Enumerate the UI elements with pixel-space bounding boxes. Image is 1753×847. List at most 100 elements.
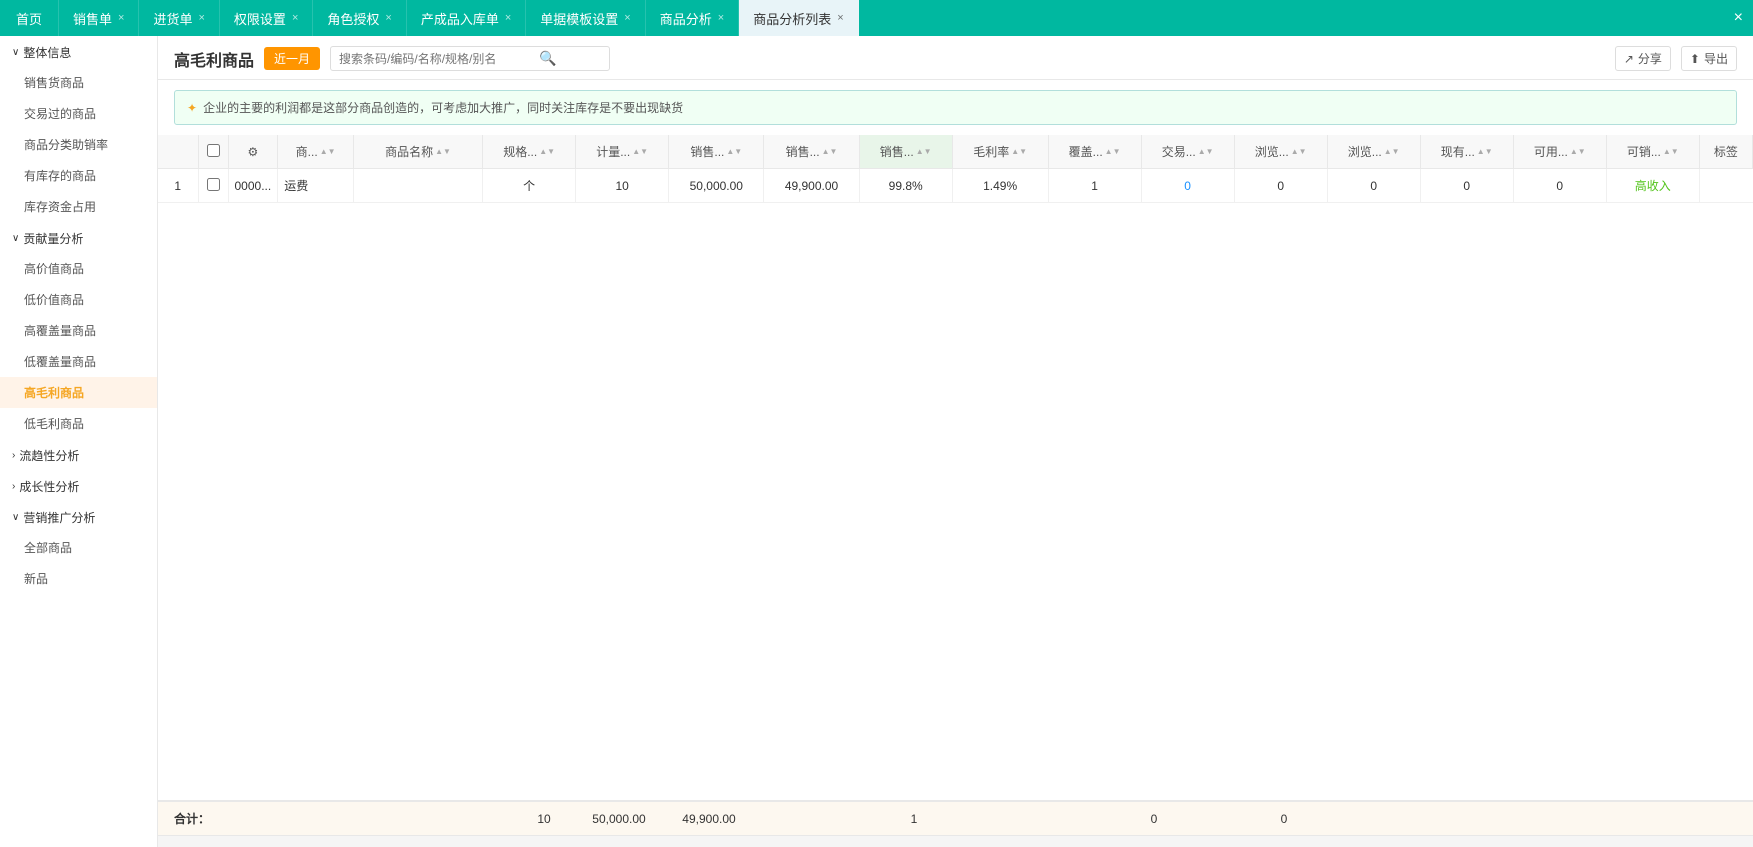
col-unit[interactable]: 计量... ▲▼ <box>576 135 669 169</box>
close-tab-0-icon[interactable]: × <box>118 12 124 24</box>
sidebar-item-traded-goods[interactable]: 交易过的商品 <box>0 98 157 129</box>
sidebar-item-high-margin[interactable]: 高毛利商品 <box>0 377 157 408</box>
search-box: 🔍 <box>330 46 610 71</box>
col-sale-qty[interactable]: 销售... ▲▼ <box>669 135 764 169</box>
page-title: 高毛利商品 <box>174 47 254 71</box>
sidebar-item-sale-goods[interactable]: 销售货商品 <box>0 67 157 98</box>
info-banner: ✦ 企业的主要的利润都是这部分商品创造的，可考虑加大推广，同时关注库存是不要出现… <box>174 90 1737 125</box>
sidebar: 《 ∨ 整体信息 销售货商品 交易过的商品 商品分类助销率 有库存的商品 库存资… <box>0 36 158 847</box>
col-name[interactable]: 商品名称 ▲▼ <box>354 135 483 169</box>
sort-browse2-icon: ▲▼ <box>1384 148 1400 156</box>
cell-trade-count: 1 <box>1048 169 1141 203</box>
sidebar-group-overall: ∨ 整体信息 销售货商品 交易过的商品 商品分类助销率 有库存的商品 库存资金占… <box>0 36 157 222</box>
arrow-marketing-icon: ∨ <box>12 512 19 523</box>
export-button[interactable]: ⬆ 导出 <box>1681 46 1737 71</box>
sidebar-item-low-value[interactable]: 低价值商品 <box>0 284 157 315</box>
nav-tab-3[interactable]: 角色授权 × <box>313 0 406 36</box>
col-browse-count1[interactable]: 浏览... ▲▼ <box>1234 135 1327 169</box>
nav-tab-0[interactable]: 销售单 × <box>59 0 139 36</box>
sidebar-item-stock-goods[interactable]: 有库存的商品 <box>0 160 157 191</box>
sidebar-item-category-rate[interactable]: 商品分类助销率 <box>0 129 157 160</box>
close-tab-4-icon[interactable]: × <box>505 12 511 24</box>
search-input[interactable] <box>339 52 539 66</box>
footer-sale-qty: 10 <box>514 812 574 826</box>
col-gross-rate[interactable]: 毛利率 ▲▼ <box>952 135 1048 169</box>
arrow-contribution-icon: ∨ <box>12 233 19 244</box>
cell-sale-amt: 50,000.00 <box>669 169 764 203</box>
col-trade-count[interactable]: 交易... ▲▼ <box>1141 135 1234 169</box>
sidebar-item-new-goods[interactable]: 新品 <box>0 563 157 594</box>
close-all-icon[interactable]: × <box>1734 9 1753 27</box>
sort-sale-amt2-icon: ▲▼ <box>916 148 932 156</box>
cell-unit: 个 <box>483 169 576 203</box>
sidebar-collapse-button[interactable]: 《 <box>157 422 158 462</box>
col-browse-count2[interactable]: 浏览... ▲▼ <box>1327 135 1420 169</box>
cell-sale-stock: 0 <box>1513 169 1606 203</box>
close-tab-1-icon[interactable]: × <box>198 12 204 24</box>
table-wrapper: ⚙ 商... ▲▼ 商品名称 ▲▼ <box>158 135 1753 800</box>
row-checkbox[interactable] <box>207 178 220 191</box>
sidebar-group-marketing-title[interactable]: ∨ 营销推广分析 <box>0 501 157 532</box>
star-icon: ✦ <box>187 101 197 115</box>
cell-checkbox[interactable] <box>198 169 228 203</box>
search-icon[interactable]: 🔍 <box>539 50 556 67</box>
footer-sale-stock: 0 <box>1254 812 1314 826</box>
col-sale-amt[interactable]: 销售... ▲▼ <box>764 135 859 169</box>
cell-name: 运费 <box>278 169 354 203</box>
sort-sale-stock-icon: ▲▼ <box>1663 148 1679 156</box>
col-sale-amt2[interactable]: 销售... ▲▼ <box>859 135 952 169</box>
content-header: 高毛利商品 近一月 🔍 ↗ 分享 ⬆ 导出 <box>158 36 1753 80</box>
close-tab-2-icon[interactable]: × <box>292 12 298 24</box>
sidebar-item-low-margin[interactable]: 低毛利商品 <box>0 408 157 439</box>
sidebar-group-trend-title[interactable]: › 流趋性分析 <box>0 439 157 470</box>
cell-browse-count1[interactable]: 0 <box>1141 169 1234 203</box>
close-tab-6-icon[interactable]: × <box>718 12 724 24</box>
filter-period-button[interactable]: 近一月 <box>264 47 320 70</box>
sort-current-stock-icon: ▲▼ <box>1477 148 1493 156</box>
footer-sale-amt2: 49,900.00 <box>664 812 754 826</box>
sidebar-group-growth-title[interactable]: › 成长性分析 <box>0 470 157 501</box>
footer-current-stock: 0 <box>1114 812 1194 826</box>
col-current-stock[interactable]: 现有... ▲▼ <box>1420 135 1513 169</box>
nav-tab-6[interactable]: 商品分析 × <box>646 0 739 36</box>
bottom-scrollbar[interactable] <box>158 835 1753 847</box>
footer-sale-amt: 50,000.00 <box>574 812 664 826</box>
col-spec[interactable]: 规格... ▲▼ <box>483 135 576 169</box>
sidebar-group-contribution-title[interactable]: ∨ 贡献量分析 <box>0 222 157 253</box>
nav-home[interactable]: 首页 <box>0 0 59 36</box>
arrow-trend-icon: › <box>12 450 15 461</box>
sidebar-item-all-goods[interactable]: 全部商品 <box>0 532 157 563</box>
footer-label: 合计： <box>174 810 214 827</box>
sidebar-group-trend: › 流趋性分析 <box>0 439 157 470</box>
col-sale-stock[interactable]: 可销... ▲▼ <box>1606 135 1699 169</box>
share-button[interactable]: ↗ 分享 <box>1615 46 1671 71</box>
nav-tab-1[interactable]: 进货单 × <box>139 0 219 36</box>
sort-trade-count-icon: ▲▼ <box>1198 148 1214 156</box>
col-avail-stock[interactable]: 可用... ▲▼ <box>1513 135 1606 169</box>
nav-tab-4[interactable]: 产成品入库单 × <box>407 0 526 36</box>
select-all-checkbox[interactable] <box>207 144 220 157</box>
col-settings[interactable]: ⚙ <box>228 135 278 169</box>
sidebar-item-high-coverage[interactable]: 高覆盖量商品 <box>0 315 157 346</box>
nav-tab-5[interactable]: 单据模板设置 × <box>526 0 645 36</box>
sidebar-group-marketing: ∨ 营销推广分析 全部商品 新品 <box>0 501 157 594</box>
col-tag[interactable]: 标签 <box>1699 135 1752 169</box>
sidebar-item-stock-capital[interactable]: 库存资金占用 <box>0 191 157 222</box>
sort-unit-icon: ▲▼ <box>632 148 648 156</box>
col-code[interactable]: 商... ▲▼ <box>278 135 354 169</box>
close-tab-7-icon[interactable]: × <box>837 12 843 24</box>
close-tab-3-icon[interactable]: × <box>385 12 391 24</box>
sidebar-item-low-coverage[interactable]: 低覆盖量商品 <box>0 346 157 377</box>
col-checkbox[interactable] <box>198 135 228 169</box>
cell-browse-count2: 0 <box>1234 169 1327 203</box>
col-cover-rate[interactable]: 覆盖... ▲▼ <box>1048 135 1141 169</box>
cell-tag: 高收入 <box>1606 169 1699 203</box>
sidebar-group-overall-title[interactable]: ∨ 整体信息 <box>0 36 157 67</box>
close-tab-5-icon[interactable]: × <box>624 12 630 24</box>
sort-cover-rate-icon: ▲▼ <box>1105 148 1121 156</box>
nav-tab-2[interactable]: 权限设置 × <box>220 0 313 36</box>
cell-cover-rate: 1.49% <box>952 169 1048 203</box>
sidebar-item-high-value[interactable]: 高价值商品 <box>0 253 157 284</box>
arrow-overall-icon: ∨ <box>12 47 19 58</box>
nav-tab-7[interactable]: 商品分析列表 × <box>739 0 858 36</box>
